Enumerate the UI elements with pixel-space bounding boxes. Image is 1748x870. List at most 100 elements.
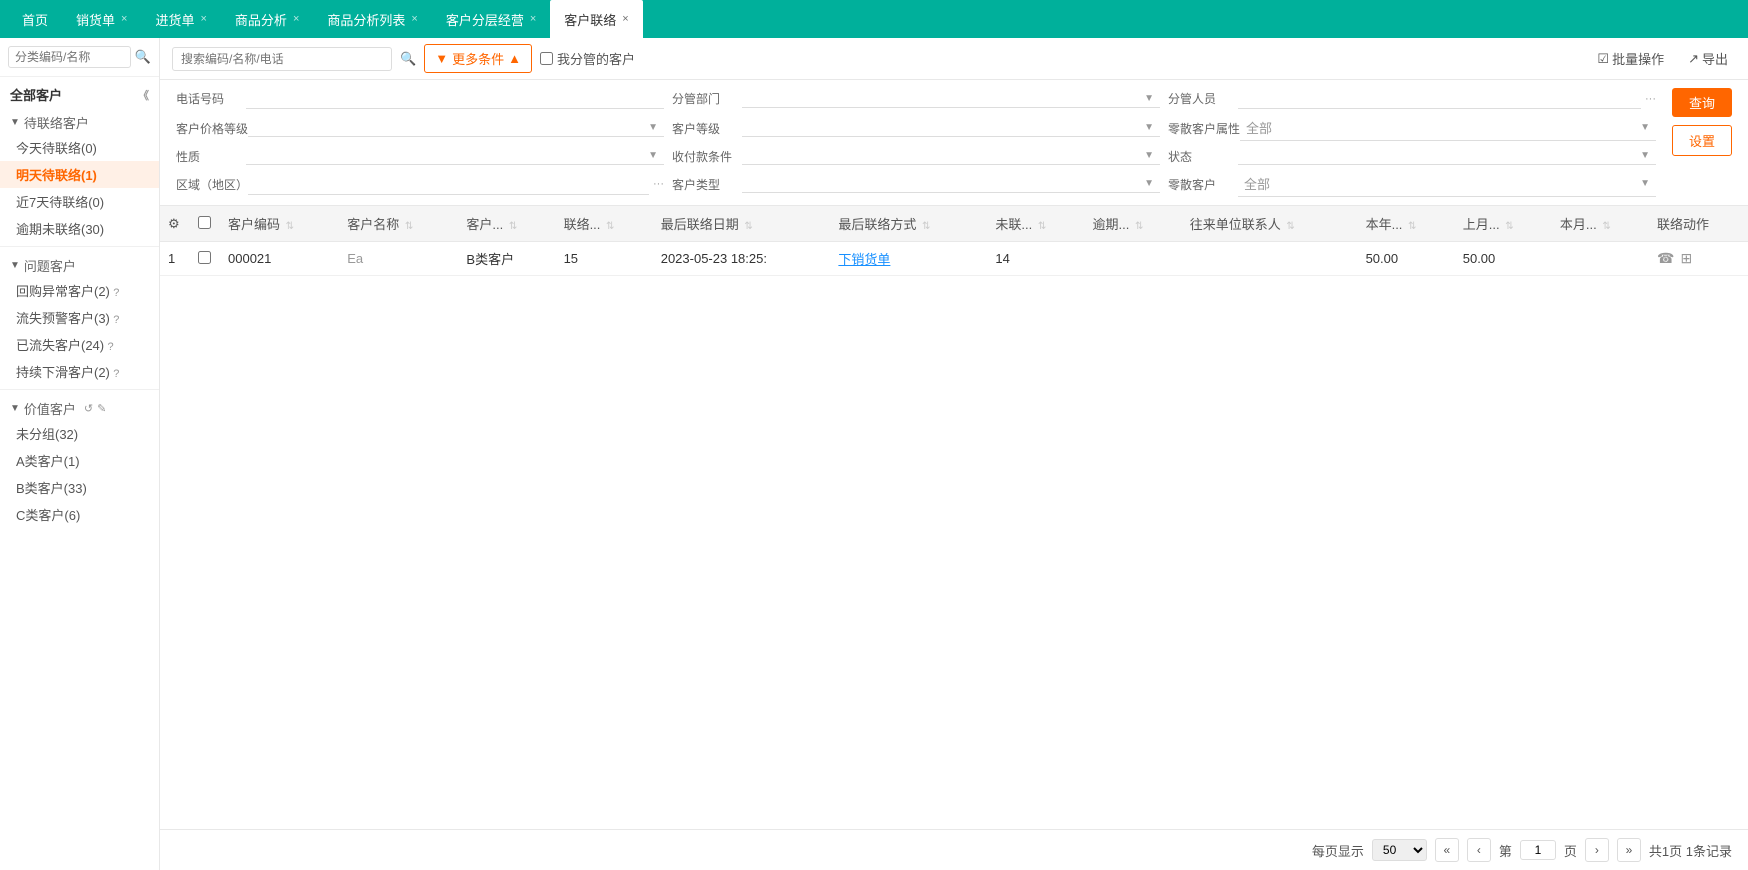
region-input[interactable]	[248, 174, 649, 195]
nav-home[interactable]: 首页	[8, 0, 62, 38]
sort-icon6[interactable]: ⇅	[922, 221, 930, 232]
sort-icon5[interactable]: ⇅	[744, 221, 752, 232]
status-select[interactable]: ▼	[1238, 147, 1656, 165]
sort-icon3[interactable]: ⇅	[509, 221, 517, 232]
select-all-checkbox[interactable]	[198, 216, 211, 229]
set-button[interactable]: 设置	[1672, 125, 1732, 156]
th-gear[interactable]: ⚙	[160, 206, 190, 242]
sort-icon8[interactable]: ⇅	[1135, 221, 1143, 232]
first-page-btn[interactable]: «	[1435, 838, 1459, 862]
cell-checkbox[interactable]	[190, 242, 220, 276]
manager-dots-btn[interactable]: ···	[1645, 93, 1656, 105]
filter-manager: 分管人员 ···	[1168, 88, 1656, 109]
per-page-select[interactable]: 50 100 200	[1372, 839, 1427, 861]
chevron-down-icon9: ▼	[1640, 178, 1650, 189]
sidebar-search-icon[interactable]: 🔍	[135, 49, 151, 65]
sort-icon10[interactable]: ⇅	[1408, 221, 1416, 232]
batch-action-btn[interactable]: ☑ 批量操作	[1589, 45, 1672, 72]
th-this-year: 本年... ⇅	[1358, 206, 1455, 242]
export-btn[interactable]: ↗ 导出	[1680, 45, 1736, 72]
page-number-input[interactable]	[1520, 840, 1556, 860]
sidebar-item-class-a[interactable]: A类客户(1)	[0, 447, 159, 474]
prev-page-btn[interactable]: ‹	[1467, 838, 1491, 862]
nav-product-analysis-list[interactable]: 商品分析列表 ×	[313, 0, 431, 38]
sidebar-item-tomorrow-pending[interactable]: 明天待联络(1)	[0, 161, 159, 188]
sidebar-item-ungrouped[interactable]: 未分组(32)	[0, 420, 159, 447]
contact-more-icon[interactable]: ⊞	[1681, 250, 1693, 267]
all-customers-section[interactable]: 全部客户 《	[0, 77, 159, 108]
filter-price-level: 客户价格等级 ▼	[176, 119, 664, 137]
close-product-analysis-list[interactable]: ×	[411, 13, 417, 25]
sort-icon7[interactable]: ⇅	[1038, 221, 1046, 232]
nav-product-analysis[interactable]: 商品分析 ×	[221, 0, 313, 38]
close-product-analysis[interactable]: ×	[293, 13, 299, 25]
contact-phone-icon[interactable]: ☎	[1657, 250, 1674, 267]
retail-customer-select[interactable]: 全部 ▼	[1238, 171, 1656, 197]
sidebar-item-overdue[interactable]: 逾期未联络(30)	[0, 215, 159, 242]
chevron-down-icon8: ▼	[1144, 178, 1154, 189]
th-checkbox[interactable]	[190, 206, 220, 242]
phone-input[interactable]	[246, 88, 664, 109]
chevron-down-icon7: ▼	[1640, 150, 1650, 161]
sidebar-item-repurchase-abnormal[interactable]: 回购异常客户(2) ?	[0, 277, 159, 304]
sort-icon11[interactable]: ⇅	[1505, 221, 1513, 232]
collapse-icon[interactable]: 《	[138, 87, 149, 103]
filter-row-2: 客户价格等级 ▼ 客户等级 ▼	[176, 115, 1656, 141]
table-footer: 每页显示 50 100 200 « ‹ 第 页 › » 共1页 1条记录	[160, 829, 1748, 870]
sort-icon12[interactable]: ⇅	[1602, 221, 1610, 232]
row-checkbox[interactable]	[198, 251, 211, 264]
customer-type-select[interactable]: ▼	[742, 175, 1160, 193]
next-page-btn[interactable]: ›	[1585, 838, 1609, 862]
customer-level-select[interactable]: ▼	[742, 119, 1160, 137]
search-input[interactable]	[172, 47, 392, 71]
gear-icon[interactable]: ⚙	[168, 216, 180, 231]
close-customer-segment[interactable]: ×	[530, 13, 536, 25]
filter-customer-type: 客户类型 ▼	[672, 175, 1160, 193]
sidebar-item-today-pending[interactable]: 今天待联络(0)	[0, 134, 159, 161]
nature-select[interactable]: ▼	[246, 147, 664, 165]
my-customers-checkbox-label[interactable]: 我分管的客户	[540, 49, 635, 68]
edit-icon[interactable]: ✎	[97, 402, 106, 415]
sidebar-item-7day-pending[interactable]: 近7天待联络(0)	[0, 188, 159, 215]
sidebar-item-class-c[interactable]: C类客户(6)	[0, 501, 159, 528]
nav-sales-order[interactable]: 销货单 ×	[62, 0, 141, 38]
cell-last-method[interactable]: 下销货单	[830, 242, 987, 276]
sidebar-search-input[interactable]	[8, 46, 131, 68]
filter-bar: 🔍 ▼ 更多条件 ▲ 我分管的客户 ☑ 批量操作 ↗ 导出	[160, 38, 1748, 80]
query-button[interactable]: 查询	[1672, 88, 1732, 117]
sidebar: 🔍 全部客户 《 ▼ 待联络客户 今天待联络(0) 明天待联络(1) 近7天待联…	[0, 38, 160, 870]
last-page-btn[interactable]: »	[1617, 838, 1641, 862]
sort-icon9[interactable]: ⇅	[1286, 221, 1294, 232]
price-level-select[interactable]: ▼	[248, 119, 664, 137]
chevron-down-icon: ▼	[1144, 93, 1154, 104]
cell-name: Ea	[339, 242, 458, 276]
payment-terms-select[interactable]: ▼	[742, 147, 1160, 165]
department-select[interactable]: ▼	[742, 90, 1160, 108]
sidebar-item-churn-warning[interactable]: 流失预警客户(3) ?	[0, 304, 159, 331]
nav-customer-segment[interactable]: 客户分层经营 ×	[432, 0, 550, 38]
sort-icon2[interactable]: ⇅	[405, 221, 413, 232]
my-customers-checkbox[interactable]	[540, 52, 553, 65]
close-customer-contact[interactable]: ×	[622, 13, 628, 25]
sort-icon4[interactable]: ⇅	[606, 221, 614, 232]
retail-attr-select[interactable]: 全部 ▼	[1240, 115, 1656, 141]
close-sales-order[interactable]: ×	[121, 13, 127, 25]
top-navigation: 首页 销货单 × 进货单 × 商品分析 × 商品分析列表 × 客户分层经营 × …	[0, 0, 1748, 38]
sidebar-item-churned[interactable]: 已流失客户(24) ?	[0, 331, 159, 358]
region-dots-btn[interactable]: ···	[653, 178, 664, 190]
filter-phone: 电话号码	[176, 88, 664, 109]
close-purchase-order[interactable]: ×	[200, 13, 206, 25]
more-conditions-btn[interactable]: ▼ 更多条件 ▲	[424, 44, 532, 73]
nav-purchase-order[interactable]: 进货单 ×	[141, 0, 220, 38]
search-icon[interactable]: 🔍	[400, 51, 416, 67]
sort-icon[interactable]: ⇅	[286, 221, 294, 232]
cell-code: 000021	[220, 242, 339, 276]
th-overdue: 逾期... ⇅	[1085, 206, 1182, 242]
last-method-link[interactable]: 下销货单	[838, 252, 890, 267]
sidebar-item-class-b[interactable]: B类客户(33)	[0, 474, 159, 501]
batch-icon: ☑	[1597, 51, 1609, 67]
manager-input[interactable]	[1238, 88, 1641, 109]
refresh-icon[interactable]: ↺	[84, 402, 93, 415]
nav-customer-contact[interactable]: 客户联络 ×	[550, 0, 642, 38]
sidebar-item-declining[interactable]: 持续下滑客户(2) ?	[0, 358, 159, 385]
